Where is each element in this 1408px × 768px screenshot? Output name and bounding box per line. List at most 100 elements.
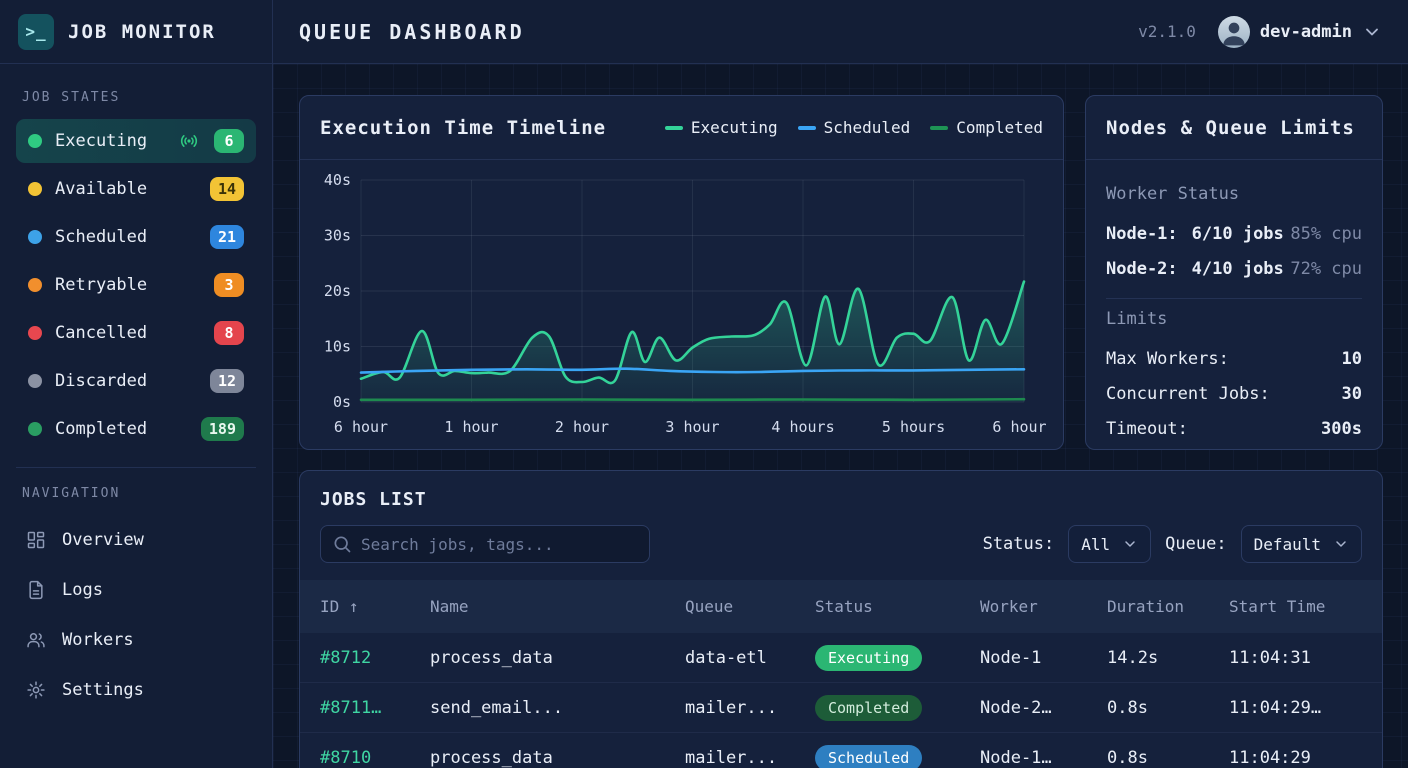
job-id-link[interactable]: #8710 (320, 748, 430, 768)
state-count-badge: 3 (214, 273, 244, 297)
queue-filter-select[interactable]: Default (1240, 525, 1362, 563)
sidebar-state-item[interactable]: Scheduled 21 (16, 215, 256, 259)
navigation-list: Overview Logs Workers Settings (16, 515, 256, 715)
job-worker-cell: Node-1… (980, 747, 1052, 768)
state-count-badge: 6 (214, 129, 244, 153)
sidebar-divider (16, 467, 256, 468)
people-icon (26, 630, 46, 650)
limit-label: Timeout: (1106, 418, 1188, 439)
column-header-duration[interactable]: Duration (1107, 597, 1229, 616)
svg-text:2 hour: 2 hour (555, 418, 609, 436)
nodes-divider (1106, 298, 1362, 299)
page-header: QUEUE DASHBOARD v2.1.0 dev-admin (273, 0, 1408, 63)
state-dot-icon (28, 182, 42, 196)
svg-text:6 hours: 6 hours (992, 418, 1048, 436)
state-label: Executing (55, 131, 148, 151)
node-jobs: 4/10 jobs (1191, 258, 1284, 279)
job-id-link[interactable]: #8712 (320, 648, 430, 668)
state-label: Discarded (55, 371, 148, 391)
user-menu[interactable]: dev-admin (1217, 15, 1382, 48)
sidebar: JOB STATES Executing 6 Available 14 Sche… (0, 64, 273, 768)
job-name-cell: process_data (430, 747, 553, 768)
page-title: QUEUE DASHBOARD (299, 19, 525, 44)
version-label: v2.1.0 (1138, 22, 1196, 41)
table-row[interactable]: #8710 process_data mailer... Scheduled N… (300, 733, 1382, 768)
legend-label: Executing (690, 118, 778, 137)
svg-text:6 hour: 6 hour (334, 418, 388, 436)
status-filter-label: Status: (982, 534, 1055, 554)
sidebar-nav-item[interactable]: Overview (16, 515, 256, 565)
job-status-badge: Executing (815, 644, 923, 671)
nav-item-label: Logs (62, 580, 103, 600)
limit-row: Concurrent Jobs: 30 (1106, 376, 1362, 411)
legend-label: Completed (956, 118, 1043, 137)
legend-item[interactable]: Completed (930, 118, 1043, 137)
nav-item-label: Settings (62, 680, 144, 700)
column-header-start-time[interactable]: Start Time (1229, 597, 1362, 616)
search-input[interactable] (320, 525, 650, 563)
app-brand: JOB MONITOR (68, 20, 216, 43)
state-count-badge: 12 (209, 369, 244, 393)
column-header-status[interactable]: Status (815, 597, 980, 616)
svg-text:4 hours: 4 hours (771, 418, 834, 436)
job-status-badge: Scheduled (815, 744, 923, 768)
limits-list: Max Workers: 10 Concurrent Jobs: 30 Time… (1106, 341, 1362, 446)
limit-value: 300s (1321, 418, 1362, 439)
chevron-down-icon (1333, 536, 1349, 552)
worker-status-heading: Worker Status (1106, 184, 1240, 204)
node-jobs: 6/10 jobs (1191, 223, 1284, 244)
column-header-worker[interactable]: Worker (980, 597, 1107, 616)
limit-label: Concurrent Jobs: (1106, 383, 1270, 404)
brand-area: >_ JOB MONITOR (0, 0, 273, 63)
legend-dash-icon (930, 125, 949, 130)
state-label: Available (55, 179, 148, 199)
execution-timeline-card: Execution Time Timeline Executing Schedu… (299, 95, 1064, 450)
table-header-row: ID ↑ Name Queue Status Worker Duration Start T… (300, 580, 1382, 633)
document-icon (26, 580, 46, 600)
column-header-queue[interactable]: Queue (685, 597, 815, 616)
job-id-link[interactable]: #8711… (320, 698, 430, 718)
sidebar-nav-item[interactable]: Settings (16, 665, 256, 715)
job-name-cell: process_data (430, 647, 553, 668)
worker-status-row: Node-1: 6/10 jobs 85% cpu (1106, 216, 1362, 251)
job-start-cell: 11:04:29… (1229, 697, 1322, 718)
sidebar-state-item[interactable]: Available 14 (16, 167, 256, 211)
job-worker-cell: Node-1 (980, 647, 1042, 668)
sidebar-state-item[interactable]: Completed 189 (16, 407, 256, 451)
state-dot-icon (28, 134, 42, 148)
legend-item[interactable]: Scheduled (797, 118, 910, 137)
chart-title: Execution Time Timeline (320, 116, 607, 139)
sidebar-state-item[interactable]: Executing 6 (16, 119, 256, 163)
status-filter-select[interactable]: All (1068, 525, 1152, 563)
avatar (1217, 15, 1250, 48)
node-cpu: 72% cpu (1290, 258, 1362, 279)
sidebar-state-item[interactable]: Discarded 12 (16, 359, 256, 403)
app-window: >_ JOB MONITOR QUEUE DASHBOARD v2.1.0 de… (0, 0, 1408, 768)
state-label: Cancelled (55, 323, 148, 343)
limit-value: 30 (1341, 383, 1362, 404)
node-name: Node-1: (1106, 223, 1178, 244)
state-count-badge: 21 (209, 225, 244, 249)
sidebar-state-item[interactable]: Cancelled 8 (16, 311, 256, 355)
legend-item[interactable]: Executing (664, 118, 778, 137)
svg-text:10s: 10s (324, 338, 351, 356)
table-row[interactable]: #8711… send_email... mailer... Completed… (300, 683, 1382, 733)
sidebar-state-item[interactable]: Retryable 3 (16, 263, 256, 307)
column-header-name[interactable]: Name (430, 597, 685, 616)
execution-timeline-chart: 0s 10s 20s 30s 40s 6 hour 1 hour 2 hour 3 hour 4 … (300, 164, 1063, 446)
svg-text:5 hours: 5 hours (882, 418, 945, 436)
sidebar-nav-item[interactable]: Workers (16, 615, 256, 665)
job-worker-cell: Node-2… (980, 697, 1052, 718)
top-bar: >_ JOB MONITOR QUEUE DASHBOARD v2.1.0 de… (0, 0, 1408, 64)
state-label: Retryable (55, 275, 148, 295)
queue-filter-value: Default (1253, 534, 1321, 554)
sidebar-nav-item[interactable]: Logs (16, 565, 256, 615)
job-start-cell: 11:04:29 (1229, 747, 1311, 768)
gear-icon (26, 680, 46, 700)
column-header-id[interactable]: ID ↑ (320, 597, 430, 616)
chevron-down-icon (1122, 536, 1138, 552)
table-row[interactable]: #8712 process_data data-etl Executing No… (300, 633, 1382, 683)
search-box (320, 525, 650, 563)
svg-text:0s: 0s (333, 393, 351, 411)
svg-text:20s: 20s (324, 282, 351, 300)
